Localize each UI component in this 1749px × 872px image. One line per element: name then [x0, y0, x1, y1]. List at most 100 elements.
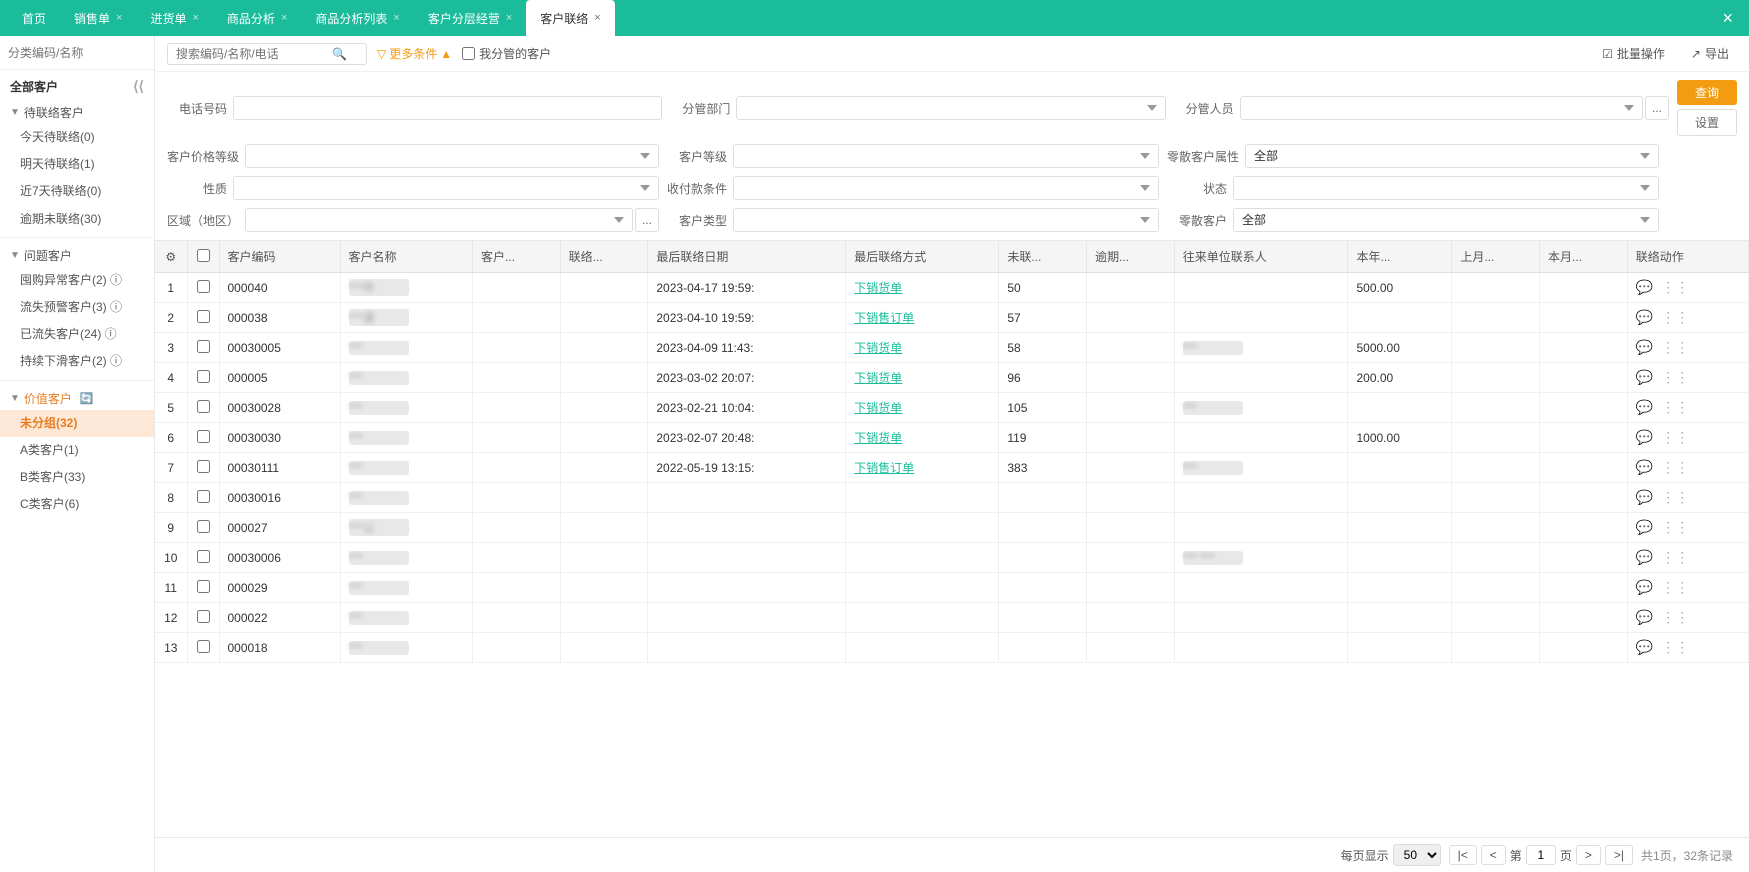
row-checkbox[interactable] — [187, 333, 219, 363]
window-close-button[interactable]: × — [1714, 8, 1741, 29]
retail-customer-select[interactable]: 全部 — [1233, 208, 1659, 232]
sidebar-item-grade-a[interactable]: A类客户(1) — [0, 437, 154, 464]
contact-more-icon[interactable]: ⋮⋮ — [1661, 579, 1689, 596]
row-checkbox[interactable] — [187, 483, 219, 513]
price-level-select[interactable] — [245, 144, 659, 168]
contact-more-icon[interactable]: ⋮⋮ — [1661, 279, 1689, 296]
sidebar-item-churn-warning[interactable]: 流失预警客户(3) ⓘ — [0, 294, 154, 321]
contact-call-icon[interactable]: 💬 — [1636, 639, 1653, 656]
contact-more-icon[interactable]: ⋮⋮ — [1661, 519, 1689, 536]
contact-more-icon[interactable]: ⋮⋮ — [1661, 309, 1689, 326]
close-product-list-tab[interactable]: × — [393, 12, 399, 24]
contact-more-icon[interactable]: ⋮⋮ — [1661, 399, 1689, 416]
row-checkbox[interactable] — [187, 453, 219, 483]
first-page-btn[interactable]: |< — [1449, 845, 1477, 865]
region-more-btn[interactable]: ... — [635, 208, 659, 232]
row-checkbox[interactable] — [187, 273, 219, 303]
tab-customer-segment[interactable]: 客户分层经营 × — [414, 0, 526, 36]
contact-call-icon[interactable]: 💬 — [1636, 459, 1653, 476]
reset-btn[interactable]: 设置 — [1677, 109, 1737, 136]
contact-more-icon[interactable]: ⋮⋮ — [1661, 459, 1689, 476]
person-select[interactable] — [1240, 96, 1643, 120]
more-filters-btn[interactable]: ▽ 更多条件 ▲ — [377, 45, 452, 62]
status-select[interactable] — [1233, 176, 1659, 200]
contact-more-icon[interactable]: ⋮⋮ — [1661, 639, 1689, 656]
row-checkbox[interactable] — [187, 423, 219, 453]
contact-more-icon[interactable]: ⋮⋮ — [1661, 339, 1689, 356]
payment-select[interactable] — [733, 176, 1159, 200]
sidebar-collapse-icon[interactable]: ⟨⟨ — [133, 78, 144, 95]
dept-select[interactable] — [736, 96, 1165, 120]
next-page-btn[interactable]: > — [1576, 845, 1601, 865]
contact-more-icon[interactable]: ⋮⋮ — [1661, 429, 1689, 446]
query-btn[interactable]: 查询 — [1677, 80, 1737, 105]
row-checkbox[interactable] — [187, 603, 219, 633]
sidebar-item-grade-c[interactable]: C类客户(6) — [0, 491, 154, 518]
col-settings[interactable]: ⚙ — [155, 241, 187, 273]
sidebar-item-tomorrow-pending[interactable]: 明天待联络(1) — [0, 151, 154, 178]
row-checkbox[interactable] — [187, 573, 219, 603]
contact-call-icon[interactable]: 💬 — [1636, 579, 1653, 596]
row-checkbox[interactable] — [187, 363, 219, 393]
sidebar-item-abnormal-hoard[interactable]: 囤购异常客户(2) ⓘ — [0, 267, 154, 294]
contact-call-icon[interactable]: 💬 — [1636, 279, 1653, 296]
contact-more-icon[interactable]: ⋮⋮ — [1661, 489, 1689, 506]
sidebar-item-declining[interactable]: 持续下滑客户(2) ⓘ — [0, 348, 154, 375]
sidebar-item-overdue-no-contact[interactable]: 逾期未联络(30) — [0, 206, 154, 233]
close-product-analysis-tab[interactable]: × — [281, 12, 287, 24]
close-purchase-tab[interactable]: × — [192, 12, 198, 24]
sidebar-item-churned[interactable]: 已流失客户(24) ⓘ — [0, 321, 154, 348]
customer-type-select[interactable] — [733, 208, 1159, 232]
close-customer-contact-tab[interactable]: × — [594, 12, 600, 24]
per-page-select[interactable]: 50 — [1393, 844, 1441, 866]
sidebar-group-problem[interactable]: ▼ 问题客户 — [0, 242, 154, 267]
tab-sales[interactable]: 销售单 × — [60, 0, 136, 36]
row-checkbox[interactable] — [187, 393, 219, 423]
sidebar-item-ungraded[interactable]: 未分组(32) — [0, 410, 154, 437]
contact-call-icon[interactable]: 💬 — [1636, 429, 1653, 446]
search-input[interactable] — [176, 47, 326, 61]
filter-search-icon[interactable]: 🔍 — [332, 47, 347, 61]
contact-call-icon[interactable]: 💬 — [1636, 519, 1653, 536]
batch-ops-btn[interactable]: ☑ 批量操作 — [1594, 42, 1673, 65]
contact-call-icon[interactable]: 💬 — [1636, 399, 1653, 416]
tab-customer-contact[interactable]: 客户联络 × — [526, 0, 614, 36]
col-checkbox[interactable] — [187, 241, 219, 273]
sidebar-all-customers[interactable]: 全部客户 ⟨⟨ — [0, 70, 154, 99]
export-btn[interactable]: ↗ 导出 — [1683, 42, 1737, 65]
tab-home[interactable]: 首页 — [8, 0, 60, 36]
page-input[interactable] — [1526, 845, 1556, 865]
contact-call-icon[interactable]: 💬 — [1636, 369, 1653, 386]
contact-more-icon[interactable]: ⋮⋮ — [1661, 549, 1689, 566]
contact-call-icon[interactable]: 💬 — [1636, 549, 1653, 566]
sidebar-item-today-pending[interactable]: 今天待联络(0) — [0, 124, 154, 151]
tab-product-analysis[interactable]: 商品分析 × — [213, 0, 301, 36]
contact-more-icon[interactable]: ⋮⋮ — [1661, 369, 1689, 386]
my-customers-checkbox[interactable]: 我分管的客户 — [462, 45, 551, 62]
prev-page-btn[interactable]: < — [1481, 845, 1506, 865]
tab-product-list[interactable]: 商品分析列表 × — [301, 0, 413, 36]
sidebar-group-pending[interactable]: ▼ 待联络客户 — [0, 99, 154, 124]
contact-call-icon[interactable]: 💬 — [1636, 609, 1653, 626]
row-checkbox[interactable] — [187, 303, 219, 333]
close-sales-tab[interactable]: × — [116, 12, 122, 24]
sidebar-search-input[interactable] — [8, 46, 155, 60]
contact-call-icon[interactable]: 💬 — [1636, 489, 1653, 506]
gender-select[interactable] — [233, 176, 659, 200]
contact-call-icon[interactable]: 💬 — [1636, 309, 1653, 326]
select-all-checkbox[interactable] — [197, 249, 210, 262]
retail-attr-select[interactable]: 全部 — [1245, 144, 1659, 168]
row-checkbox[interactable] — [187, 633, 219, 663]
sidebar-group-value[interactable]: ▼ 价值客户 🔄 — [0, 385, 154, 410]
row-checkbox[interactable] — [187, 543, 219, 573]
region-select[interactable] — [245, 208, 633, 232]
row-checkbox[interactable] — [187, 513, 219, 543]
contact-more-icon[interactable]: ⋮⋮ — [1661, 609, 1689, 626]
sidebar-item-7days-pending[interactable]: 近7天待联络(0) — [0, 178, 154, 205]
last-page-btn[interactable]: >| — [1605, 845, 1633, 865]
sidebar-item-grade-b[interactable]: B类客户(33) — [0, 464, 154, 491]
tab-purchase[interactable]: 进货单 × — [136, 0, 212, 36]
close-customer-segment-tab[interactable]: × — [506, 12, 512, 24]
my-customers-check[interactable] — [462, 47, 475, 60]
person-more-btn[interactable]: ... — [1645, 96, 1669, 120]
